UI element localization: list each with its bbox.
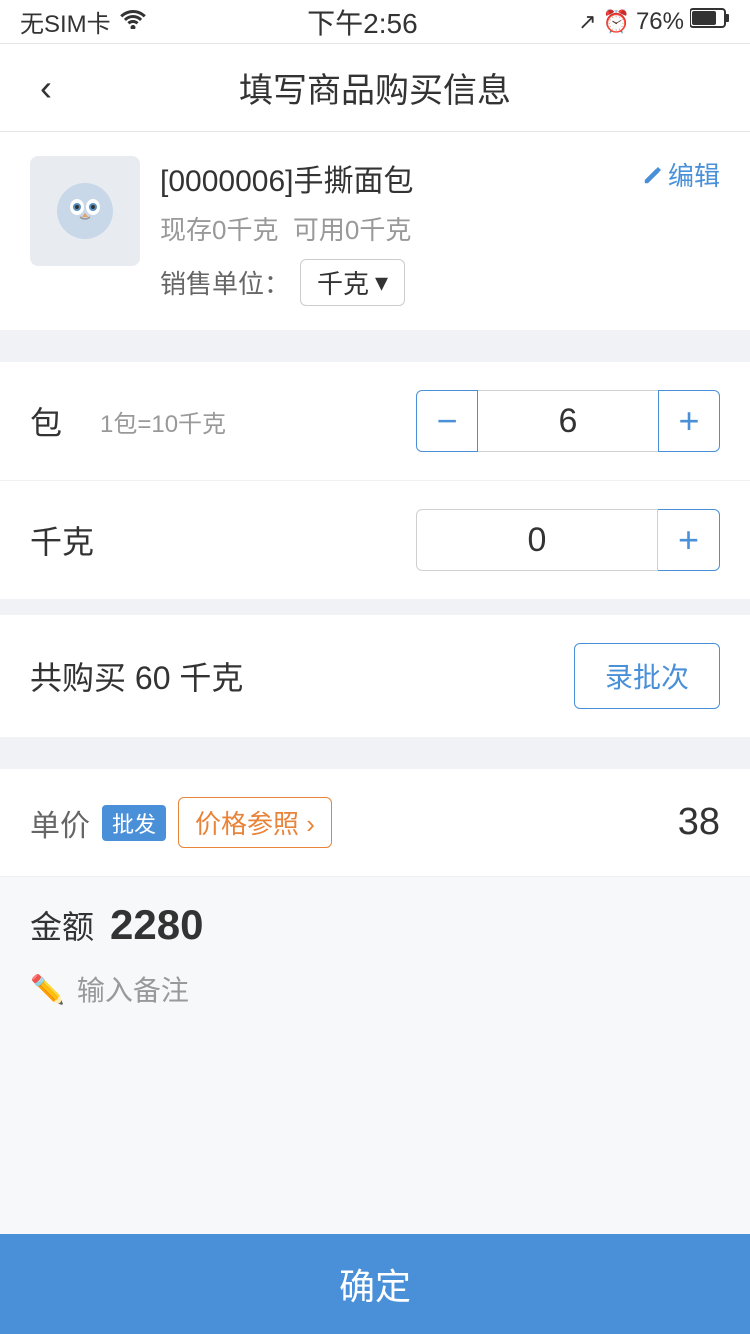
pencil-icon: ✏️ — [30, 973, 65, 1006]
batch-tag: 批发 — [102, 805, 166, 841]
confirm-button[interactable]: 确定 — [0, 1234, 750, 1334]
price-section: 单价 批发 价格参照 › 38 — [0, 769, 750, 877]
total-section: 共购买 60 千克 录批次 — [0, 615, 750, 737]
price-row: 单价 批发 价格参照 › 38 — [30, 797, 720, 848]
note-row[interactable]: ✏️ 输入备注 — [30, 969, 720, 1009]
product-unit-row: 销售单位： 千克 ▾ — [160, 259, 720, 306]
status-time: 下午2:56 — [307, 2, 418, 42]
page-title: 填写商品购买信息 — [239, 63, 511, 112]
product-header: [0000006]手撕面包 编辑 — [160, 156, 720, 200]
package-row: 包 1包=10千克 − + — [0, 362, 750, 481]
product-stock: 现存0千克 可用0千克 — [160, 210, 720, 247]
product-section: [0000006]手撕面包 编辑 现存0千克 可用0千克 销售单位： 千克 ▾ — [0, 132, 750, 330]
content: [0000006]手撕面包 编辑 现存0千克 可用0千克 销售单位： 千克 ▾ — [0, 132, 750, 1234]
edit-button[interactable]: 编辑 — [642, 156, 720, 193]
status-bar: 无SIM卡 下午2:56 ↗ ⏰ 76% — [0, 0, 750, 44]
status-right: ↗ ⏰ 76% — [578, 7, 730, 36]
kg-row: 千克 + — [0, 481, 750, 599]
price-value: 38 — [678, 801, 720, 844]
nav-bar: ‹ 填写商品购买信息 — [0, 44, 750, 132]
package-plus-button[interactable]: + — [658, 390, 720, 452]
input-section: 包 1包=10千克 − + 千克 + — [0, 362, 750, 599]
chevron-down-icon: ▾ — [375, 267, 388, 298]
kg-quantity-control: + — [416, 509, 720, 571]
kg-plus-button[interactable]: + — [658, 509, 720, 571]
location-icon: ↗ — [578, 9, 596, 35]
wifi-icon — [119, 7, 147, 36]
confirm-label: 确定 — [339, 1258, 411, 1310]
alarm-icon: ⏰ — [603, 9, 630, 35]
product-name: [0000006]手撕面包 — [160, 156, 642, 200]
status-left: 无SIM卡 — [20, 4, 147, 39]
price-ref-button[interactable]: 价格参照 › — [178, 797, 332, 848]
package-sublabel: 1包=10千克 — [100, 404, 416, 439]
kg-label: 千克 — [30, 517, 94, 563]
package-minus-button[interactable]: − — [416, 390, 478, 452]
amount-row: 金额 2280 — [30, 901, 720, 949]
back-button[interactable]: ‹ — [30, 57, 62, 119]
price-label: 单价 — [30, 801, 90, 845]
package-quantity-input[interactable] — [478, 390, 658, 452]
battery-label: 76% — [636, 8, 684, 36]
total-text: 共购买 60 千克 — [30, 653, 243, 699]
package-quantity-control: − + — [416, 390, 720, 452]
amount-label: 金额 — [30, 902, 94, 948]
batch-button[interactable]: 录批次 — [574, 643, 720, 709]
product-image — [30, 156, 140, 266]
amount-section: 金额 2280 ✏️ 输入备注 — [0, 877, 750, 1234]
unit-select[interactable]: 千克 ▾ — [300, 259, 405, 306]
note-placeholder: 输入备注 — [77, 969, 189, 1009]
divider-1 — [0, 346, 750, 362]
carrier-label: 无SIM卡 — [20, 4, 111, 39]
battery-icon — [690, 7, 730, 36]
kg-quantity-input[interactable] — [416, 509, 658, 571]
price-label-group: 单价 批发 价格参照 › — [30, 797, 332, 848]
amount-value: 2280 — [110, 901, 203, 949]
product-info: [0000006]手撕面包 编辑 现存0千克 可用0千克 销售单位： 千克 ▾ — [160, 156, 720, 306]
divider-2 — [0, 753, 750, 769]
package-label: 包 — [30, 398, 90, 444]
